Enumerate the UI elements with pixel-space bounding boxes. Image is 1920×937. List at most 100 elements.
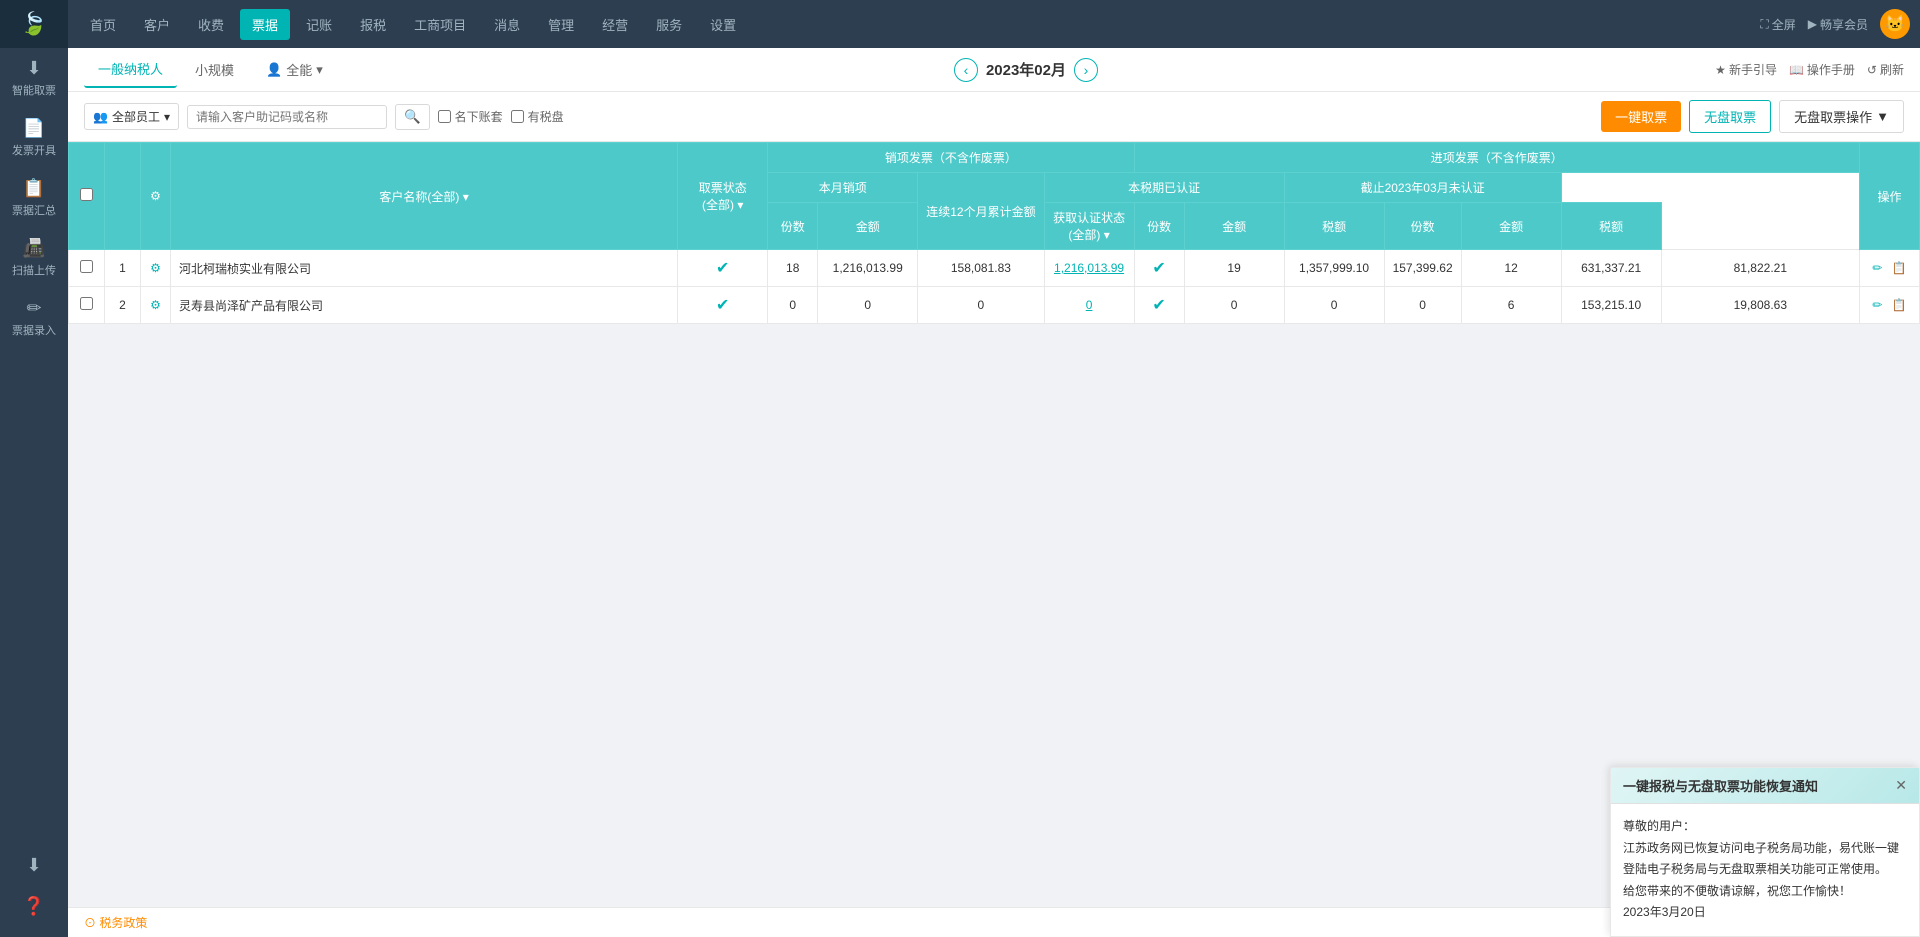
tax-policy-link[interactable]: ⊙ 税务政策 <box>84 914 147 931</box>
prev-period-btn[interactable]: ‹ <box>954 58 978 82</box>
sidebar-item-invoice-open[interactable]: 📄 发票开具 <box>0 108 68 168</box>
row-fetch-status: ✔ <box>678 250 768 287</box>
tab-small-scale[interactable]: 小规模 <box>181 52 248 87</box>
filter-icon[interactable]: ▾ <box>737 198 743 212</box>
top-nav-right: ⛶ 全屏 ▶ 畅享会员 🐱 <box>1760 9 1910 39</box>
downstream-checkbox[interactable] <box>438 110 451 123</box>
row-p-uncert-amount: 153,215.10 <box>1561 287 1661 324</box>
tab-all[interactable]: 👤 全能 ▾ <box>252 52 337 87</box>
downstream-checkbox-label[interactable]: 名下账套 <box>438 108 503 125</box>
no-disk-ops-btn[interactable]: 无盘取票操作 ▼ <box>1779 100 1904 133</box>
member-btn[interactable]: ▶ 畅享会员 <box>1808 16 1868 33</box>
notification-close-btn[interactable]: ✕ <box>1895 777 1907 794</box>
sidebar-item-help[interactable]: ❓ <box>0 886 68 927</box>
row-index: 1 <box>105 250 141 287</box>
row-p-cert-amount: 1,357,999.10 <box>1284 250 1384 287</box>
row-checkbox[interactable] <box>69 250 105 287</box>
row-s-amount: 0 <box>818 287 918 324</box>
view-btn[interactable]: 📋 <box>1892 261 1907 275</box>
row-checkbox[interactable] <box>69 287 105 324</box>
th-cumulative: 连续12个月累计金额 <box>918 173 1044 250</box>
fullscreen-btn[interactable]: ⛶ 全屏 <box>1760 16 1795 33</box>
row-customer-name: 河北柯瑞桢实业有限公司 <box>171 250 678 287</box>
tax-disk-checkbox-label[interactable]: 有税盘 <box>511 108 564 125</box>
tax-disk-checkbox[interactable] <box>511 110 524 123</box>
notification-apology: 给您带来的不便敬请谅解，祝您工作愉快！ <box>1623 881 1907 903</box>
row-s-amount: 1,216,013.99 <box>818 250 918 287</box>
period-display: 2023年02月 <box>986 59 1066 80</box>
logo[interactable]: 🍃 <box>0 0 68 48</box>
next-period-btn[interactable]: › <box>1074 58 1098 82</box>
th-p-uncert-tax: 税额 <box>1561 203 1661 250</box>
th-sales-invoice: 销项发票（不含作废票） <box>768 143 1134 173</box>
search-input[interactable] <box>187 105 387 129</box>
sidebar-item-label: 票据录入 <box>12 322 56 338</box>
row-settings[interactable]: ⚙ <box>141 250 171 287</box>
notification-title: 一键报税与无盘取票功能恢复通知 <box>1623 776 1818 795</box>
th-operation: 操作 <box>1860 143 1920 250</box>
notification-body: 尊敬的用户： 江苏政务网已恢复访问电子税务局功能，易代账一键登陆电子税务局与无盘… <box>1611 804 1919 936</box>
employee-selector[interactable]: 👥 全部员工 ▾ <box>84 103 179 130</box>
nav-tax[interactable]: 报税 <box>348 9 398 40</box>
nav-operation[interactable]: 经营 <box>590 9 640 40</box>
row-operation: ✏ 📋 <box>1860 250 1920 287</box>
row-s-count: 18 <box>768 250 818 287</box>
notification-content: 江苏政务网已恢复访问电子税务局功能，易代账一键登陆电子税务局与无盘取票相关功能可… <box>1623 838 1907 881</box>
sidebar-item-invoice-summary[interactable]: 📋 票据汇总 <box>0 168 68 228</box>
nav-home[interactable]: 首页 <box>78 9 128 40</box>
search-button[interactable]: 🔍 <box>395 104 430 130</box>
nav-settings[interactable]: 设置 <box>698 9 748 40</box>
edit-btn[interactable]: ✏ <box>1872 298 1882 312</box>
row-p-cert-amount: 0 <box>1284 287 1384 324</box>
period-navigation: ‹ 2023年02月 › <box>954 58 1098 82</box>
avatar[interactable]: 🐱 <box>1880 9 1910 39</box>
row-customer-name: 灵寿县尚泽矿产品有限公司 <box>171 287 678 324</box>
one-click-fetch-btn[interactable]: 一键取票 <box>1601 101 1681 132</box>
nav-manage[interactable]: 管理 <box>536 9 586 40</box>
help-icon: ❓ <box>23 896 45 917</box>
tab-bar: 一般纳税人 小规模 👤 全能 ▾ ‹ 2023年02月 › ★ 新手引导 📖 操… <box>68 48 1920 92</box>
row-p-uncert-count: 6 <box>1461 287 1561 324</box>
new-guide-btn[interactable]: ★ 新手引导 <box>1715 61 1777 78</box>
member-icon: ▶ <box>1808 17 1817 31</box>
logo-icon: 🍃 <box>20 11 47 37</box>
sidebar-item-smart-fetch[interactable]: ⬇ 智能取票 <box>0 48 68 108</box>
no-disk-fetch-btn[interactable]: 无盘取票 <box>1689 100 1771 133</box>
sidebar-item-download[interactable]: ⬇ <box>0 845 68 886</box>
all-icon: 👤 <box>266 62 282 78</box>
edit-btn[interactable]: ✏ <box>1872 261 1882 275</box>
data-entry-icon: ✏ <box>26 298 41 319</box>
row-settings[interactable]: ⚙ <box>141 287 171 324</box>
th-p-cert-tax: 税额 <box>1284 203 1384 250</box>
table-row: 2 ⚙ 灵寿县尚泽矿产品有限公司 ✔ 0 0 0 0 ✔ 0 0 0 6 153… <box>69 287 1920 324</box>
manual-btn[interactable]: 📖 操作手册 <box>1789 61 1855 78</box>
filter-icon[interactable]: ▾ <box>1104 228 1110 242</box>
row-cert-status: ✔ <box>1134 250 1184 287</box>
row-p-uncert-tax: 81,822.21 <box>1661 250 1859 287</box>
sidebar-item-data-entry[interactable]: ✏ 票据录入 <box>0 288 68 348</box>
th-monthly-sales: 本月销项 <box>768 173 918 203</box>
nav-invoice[interactable]: 票据 <box>240 9 290 40</box>
tab-general-taxpayer[interactable]: 一般纳税人 <box>84 51 177 88</box>
sidebar-item-label: 智能取票 <box>12 82 56 98</box>
filter-icon[interactable]: ▾ <box>463 190 469 204</box>
row-operation: ✏ 📋 <box>1860 287 1920 324</box>
row-s-tax: 0 <box>918 287 1044 324</box>
select-all-checkbox[interactable] <box>80 188 93 201</box>
sidebar-item-scan-upload[interactable]: 📠 扫描上传 <box>0 228 68 288</box>
chevron-down-icon: ▾ <box>164 110 170 124</box>
nav-service[interactable]: 服务 <box>644 9 694 40</box>
view-btn[interactable]: 📋 <box>1892 298 1907 312</box>
nav-message[interactable]: 消息 <box>482 9 532 40</box>
nav-customer[interactable]: 客户 <box>132 9 182 40</box>
th-s-amount: 金额 <box>818 203 918 250</box>
refresh-btn[interactable]: ↺ 刷新 <box>1867 61 1904 78</box>
row-p-uncert-count: 12 <box>1461 250 1561 287</box>
nav-bookkeeping[interactable]: 记账 <box>294 9 344 40</box>
row-p-cert-count: 19 <box>1184 250 1284 287</box>
row-p-cert-tax: 0 <box>1384 287 1461 324</box>
th-fetch-status: 取票状态(全部) ▾ <box>678 143 768 250</box>
nav-business[interactable]: 工商项目 <box>402 9 478 40</box>
nav-collection[interactable]: 收费 <box>186 9 236 40</box>
th-cert-status: 获取认证状态(全部) ▾ <box>1044 203 1134 250</box>
